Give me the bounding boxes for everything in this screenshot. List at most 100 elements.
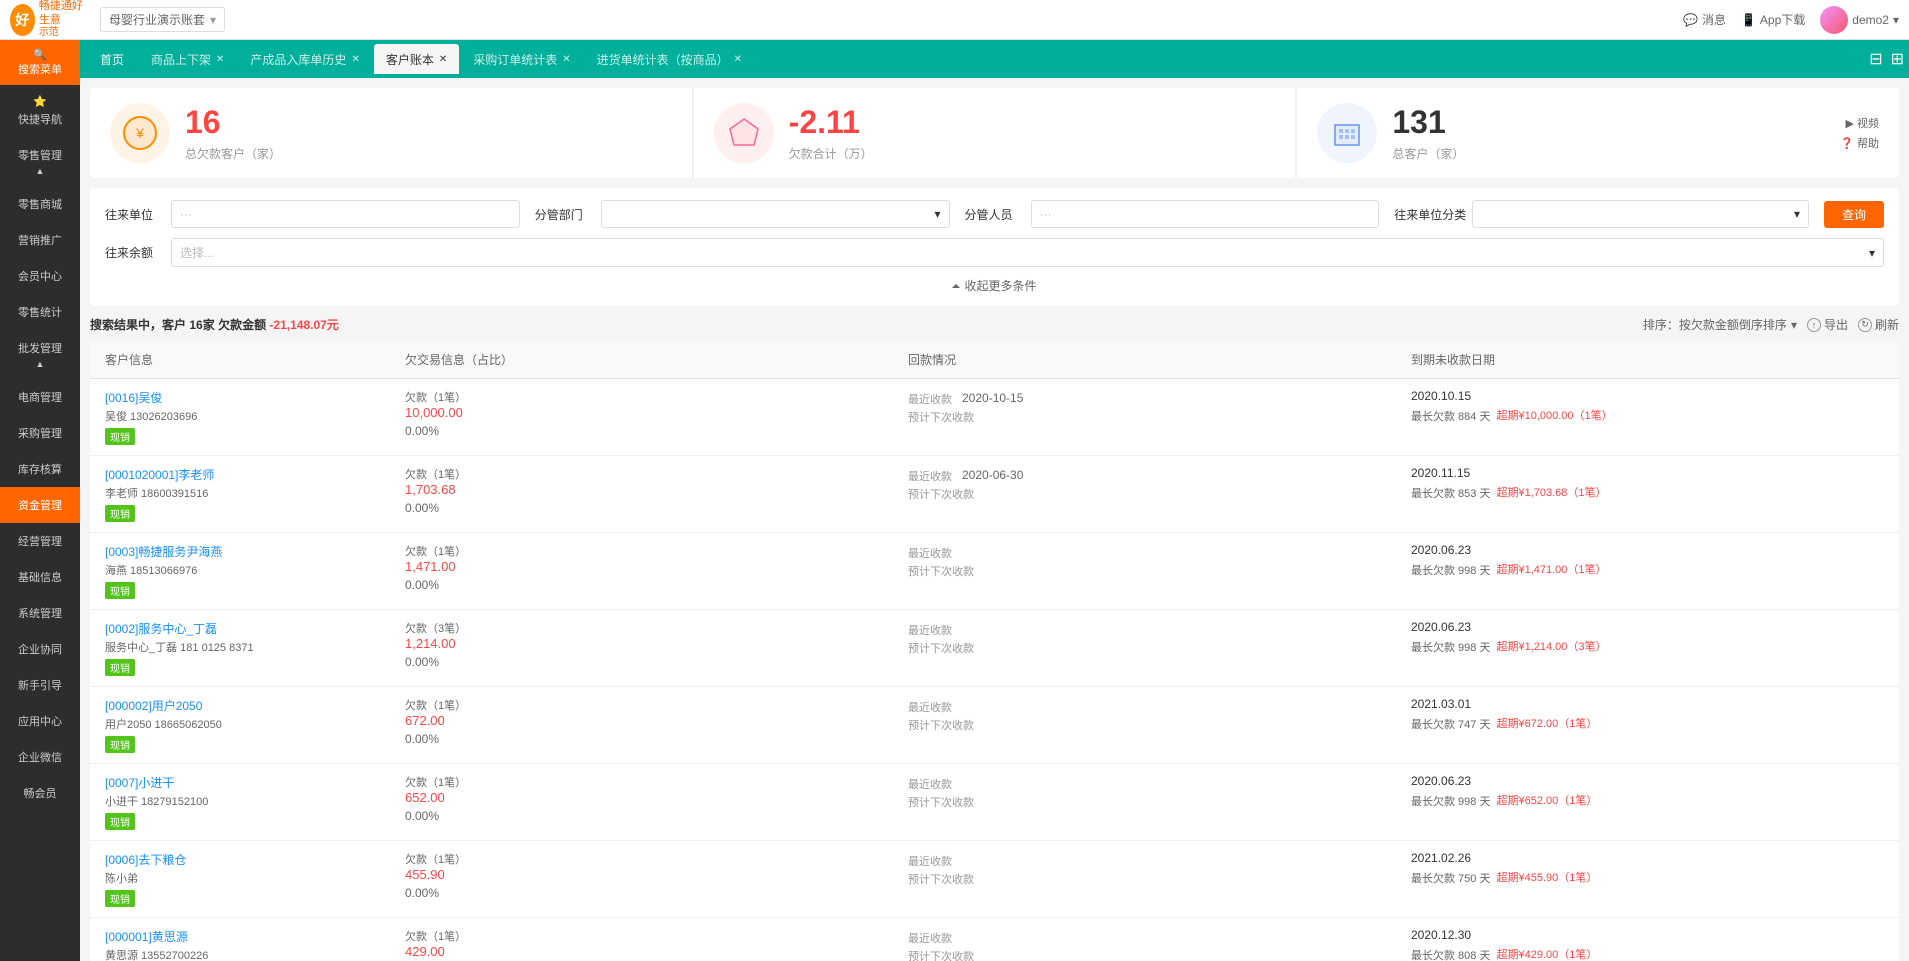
- sidebar-item-finance[interactable]: 资金管理: [0, 487, 80, 523]
- maximize-btn[interactable]: ⊞: [1891, 49, 1904, 69]
- debt-amount-3[interactable]: 1,214.00: [405, 636, 878, 651]
- person-dots: ···: [1040, 207, 1052, 221]
- tab-close-icon-3[interactable]: ✕: [439, 54, 447, 65]
- debt-percent-4: 0.00%: [405, 732, 878, 746]
- overdue-link-6[interactable]: 超期¥455.90（1笔）: [1496, 869, 1597, 885]
- filter-row-2: 往来余额 选择... ▾: [105, 238, 1884, 267]
- sidebar-item-member[interactable]: 会员中心: [0, 258, 80, 294]
- td-customer-5: [0007]小进干 小进干 18279152100 现销: [90, 764, 390, 840]
- td-payment-7: 最近收款 预计下次收款: [893, 918, 1396, 961]
- sidebar-search[interactable]: 🔍 搜索菜单: [0, 40, 80, 85]
- customer-name-7[interactable]: [000001]黄思源: [105, 928, 375, 945]
- sidebar-item-retail-mall[interactable]: 零售商城: [0, 186, 80, 222]
- brand-sub: 示范: [39, 27, 90, 39]
- overdue-link-4[interactable]: 超期¥672.00（1笔）: [1496, 715, 1597, 731]
- overdue-days-7: 最长欠款 808 天: [1411, 947, 1490, 961]
- minimize-btn[interactable]: ⊟: [1869, 49, 1882, 69]
- tab-close-icon[interactable]: ✕: [216, 54, 224, 65]
- export-btn[interactable]: ↑ 导出: [1807, 316, 1848, 333]
- tab-close-icon-4[interactable]: ✕: [562, 54, 570, 65]
- tab-close-icon-2[interactable]: ✕: [351, 54, 359, 65]
- debt-amount-0[interactable]: 10,000.00: [405, 405, 878, 420]
- customer-name-4[interactable]: [000002]用户2050: [105, 697, 375, 714]
- sidebar-item-purchase[interactable]: 采购管理: [0, 415, 80, 451]
- message-btn[interactable]: 💬 消息: [1683, 11, 1726, 28]
- balance-chevron-icon: ▾: [1869, 246, 1875, 260]
- video-btn[interactable]: ▶ 视频: [1846, 115, 1879, 131]
- debt-label-7: 欠款（1笔）: [405, 928, 878, 944]
- th-payment: 回款情况: [893, 341, 1396, 378]
- search-button[interactable]: 查询: [1824, 201, 1884, 228]
- sidebar-item-basic-info[interactable]: 基础信息: [0, 559, 80, 595]
- overdue-link-7[interactable]: 超期¥429.00（1笔）: [1496, 946, 1597, 961]
- sidebar-item-retail-stats[interactable]: 零售统计: [0, 294, 80, 330]
- tab-home[interactable]: 首页: [85, 51, 139, 68]
- sidebar-item-wechat[interactable]: 企业微信: [0, 739, 80, 775]
- tab-product-listing[interactable]: 商品上下架 ✕: [139, 44, 236, 74]
- sidebar-item-inventory[interactable]: 库存核算: [0, 451, 80, 487]
- customer-name-5[interactable]: [0007]小进干: [105, 774, 375, 791]
- unit-category-select[interactable]: ▾: [1472, 200, 1809, 228]
- debt-label-3: 欠款（3笔）: [405, 620, 878, 636]
- overdue-days-1: 最长欠款 853 天: [1411, 485, 1490, 501]
- payment-label-4: 最近收款: [908, 699, 952, 715]
- stat-info-customers: 16 总欠款客户（家）: [185, 104, 672, 162]
- sidebar-item-system[interactable]: 系统管理: [0, 595, 80, 631]
- overdue-link-0[interactable]: 超期¥10,000.00（1笔）: [1496, 407, 1612, 423]
- sidebar-item-vip[interactable]: 畅会员: [0, 775, 80, 811]
- app-download-btn[interactable]: 📱 App下载: [1741, 11, 1805, 28]
- customer-name-0[interactable]: [0016]吴俊: [105, 389, 375, 406]
- sidebar-item-marketing[interactable]: 营销推广: [0, 222, 80, 258]
- debt-amount-5[interactable]: 652.00: [405, 790, 878, 805]
- sidebar-item-quick-nav[interactable]: ⭐ 快捷导航: [0, 85, 80, 137]
- sidebar-item-retail-mgmt[interactable]: 零售管理 ▲: [0, 137, 80, 186]
- sidebar-item-newbie[interactable]: 新手引导: [0, 667, 80, 703]
- sidebar-item-ecommerce[interactable]: 电商管理: [0, 379, 80, 415]
- debt-label-0: 欠款（1笔）: [405, 389, 878, 405]
- overdue-days-4: 最长欠款 747 天: [1411, 716, 1490, 732]
- customer-name-6[interactable]: [0006]去下粮仓: [105, 851, 375, 868]
- person-input[interactable]: ···: [1031, 200, 1380, 228]
- sort-chevron-icon: ▾: [1791, 318, 1797, 332]
- overdue-link-1[interactable]: 超期¥1,703.68（1笔）: [1496, 484, 1606, 500]
- overdue-link-2[interactable]: 超期¥1,471.00（1笔）: [1496, 561, 1606, 577]
- customer-name-3[interactable]: [0002]服务中心_丁磊: [105, 620, 375, 637]
- help-btn[interactable]: ❓ 帮助: [1840, 135, 1879, 151]
- td-debt-0: 欠款（1笔） 10,000.00 0.00%: [390, 379, 893, 455]
- sidebar-item-wholesale[interactable]: 批发管理 ▲: [0, 330, 80, 379]
- debt-amount-2[interactable]: 1,471.00: [405, 559, 878, 574]
- debt-amount-4[interactable]: 672.00: [405, 713, 878, 728]
- sort-btn[interactable]: 排序：按欠款金额倒序排序 ▾: [1643, 316, 1797, 333]
- customer-name-1[interactable]: [0001020001]李老师: [105, 466, 375, 483]
- stat-info-total: 131 总客户（家）: [1392, 104, 1825, 162]
- tab-close-icon-5[interactable]: ✕: [734, 54, 742, 65]
- sidebar-item-business[interactable]: 经营管理: [0, 523, 80, 559]
- tab-customer-account[interactable]: 客户账本 ✕: [374, 44, 459, 74]
- overdue-link-3[interactable]: 超期¥1,214.00（3笔）: [1496, 638, 1606, 654]
- collapse-filter-btn[interactable]: 收起更多条件: [105, 277, 1884, 294]
- stat-card-actions: ▶ 视频 ❓ 帮助: [1840, 115, 1879, 151]
- sidebar-item-apps[interactable]: 应用中心: [0, 703, 80, 739]
- store-selector[interactable]: 母婴行业演示账套 ▾: [100, 7, 225, 32]
- sidebar-item-enterprise[interactable]: 企业协同: [0, 631, 80, 667]
- td-payment-6: 最近收款 预计下次收款: [893, 841, 1396, 917]
- customer-phone-6: 陈小弟: [105, 870, 375, 886]
- balance-select[interactable]: 选择... ▾: [171, 238, 1884, 267]
- source-unit-input[interactable]: ···: [171, 200, 520, 228]
- debt-amount-7[interactable]: 429.00: [405, 944, 878, 959]
- department-select[interactable]: ▾: [601, 200, 950, 228]
- overdue-link-5[interactable]: 超期¥652.00（1笔）: [1496, 792, 1597, 808]
- next-payment-label-6: 预计下次收款: [908, 871, 1381, 887]
- debt-percent-6: 0.00%: [405, 886, 878, 900]
- debt-amount-1[interactable]: 1,703.68: [405, 482, 878, 497]
- th-debt-info: 欠交易信息（占比）: [390, 341, 893, 378]
- results-actions: 排序：按欠款金额倒序排序 ▾ ↑ 导出 ↻ 刷新: [1643, 316, 1899, 333]
- tab-purchase-product-stats[interactable]: 进货单统计表（按商品） ✕: [585, 44, 754, 74]
- tab-production-history[interactable]: 产成品入库单历史 ✕: [238, 44, 371, 74]
- user-menu[interactable]: demo2 ▾: [1820, 6, 1899, 34]
- refresh-btn[interactable]: ↻ 刷新: [1858, 316, 1899, 333]
- filter-label-2: 分管部门: [535, 206, 595, 223]
- customer-name-2[interactable]: [0003]畅捷服务尹海燕: [105, 543, 375, 560]
- debt-amount-6[interactable]: 455.90: [405, 867, 878, 882]
- tab-purchase-stats[interactable]: 采购订单统计表 ✕: [461, 44, 582, 74]
